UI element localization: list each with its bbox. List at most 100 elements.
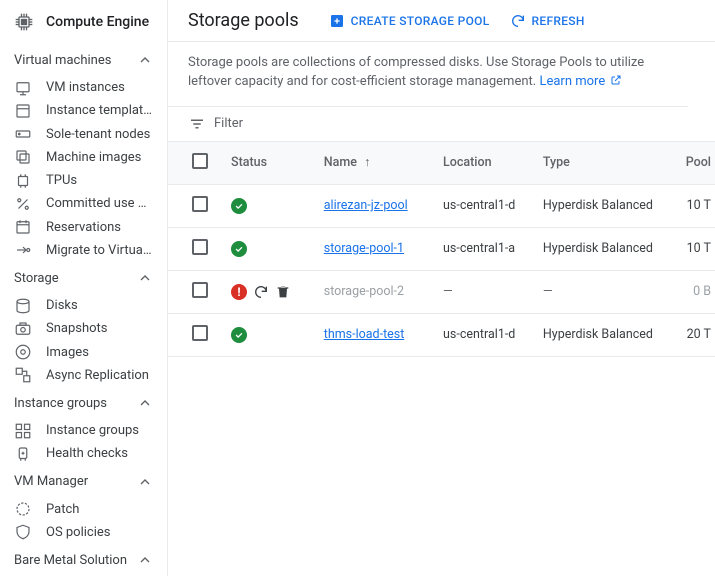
link-label: Learn more [539,74,605,89]
create-storage-pool-button[interactable]: CREATE STORAGE POOL [329,13,490,29]
cell-type: Hyperdisk Balanced [533,227,676,270]
reservation-icon [14,218,32,236]
pool-name-link[interactable]: alirezan-jz-pool [324,198,408,213]
nav-item-async-replication[interactable]: Async Replication [0,364,167,387]
status-error-icon: ! [231,284,247,300]
nav-item-label: Committed use discounts [46,196,153,211]
nav-section-vm-manager[interactable]: VM Manager [0,466,167,498]
row-checkbox[interactable] [192,196,208,212]
nav-section-label: Virtual machines [14,53,111,68]
chevron-up-icon [137,395,153,411]
policy-icon [14,523,32,541]
pool-name-link[interactable]: storage-pool-1 [324,241,404,256]
cell-location: — [443,284,453,299]
nav-item-instance-groups[interactable]: Instance groups [0,419,167,442]
refresh-button[interactable]: REFRESH [510,13,585,29]
nav-section-label: Storage [14,271,59,286]
cell-type: Hyperdisk Balanced [533,313,676,356]
filter-label: Filter [214,116,243,131]
cell-type: Hyperdisk Balanced [533,184,676,227]
health-check-icon [14,445,32,463]
sort-ascending-icon: ↑ [364,155,370,170]
sidebar: Compute Engine Virtual machines VM insta… [0,0,168,576]
cell-pool-size: 10 T [676,184,715,227]
cell-location: us-central1-d [433,313,533,356]
nav-item-instance-templates[interactable]: Instance templates [0,99,167,122]
nav-section-label: VM Manager [14,474,88,489]
nav-item-label: OS policies [46,525,111,540]
cell-location: us-central1-a [433,227,533,270]
row-checkbox[interactable] [192,325,208,341]
chevron-up-icon [137,552,153,568]
nav-item-tpus[interactable]: TPUs [0,169,167,192]
nav-item-images[interactable]: Images [0,341,167,364]
nav-item-os-policies[interactable]: OS policies [0,521,167,544]
nav-section-label: Bare Metal Solution [14,553,127,568]
table-row: ! storage-pool-2 — — 0 B [168,270,715,313]
group-icon [14,422,32,440]
node-icon [14,125,32,143]
table-row: thms-load-test us-central1-d Hyperdisk B… [168,313,715,356]
external-link-icon [610,74,622,86]
disk-icon [14,297,32,315]
table-row: alirezan-jz-pool us-central1-d Hyperdisk… [168,184,715,227]
chevron-up-icon [137,474,153,490]
learn-more-link[interactable]: Learn more [539,74,622,89]
nav-section-bare-metal[interactable]: Bare Metal Solution [0,544,167,576]
retry-icon[interactable] [253,284,269,300]
nav-section-virtual-machines[interactable]: Virtual machines [0,44,167,76]
nav-item-label: Sole-tenant nodes [46,127,150,142]
row-checkbox[interactable] [192,282,208,298]
pool-name-text: storage-pool-2 [324,284,404,299]
column-header-name[interactable]: Name ↑ [314,141,433,184]
select-all-checkbox[interactable] [192,153,208,169]
filter-icon [188,115,206,133]
nav-item-health-checks[interactable]: Health checks [0,442,167,465]
patch-icon [14,500,32,518]
cell-pool-size: 0 B [676,270,715,313]
nav-section-instance-groups[interactable]: Instance groups [0,387,167,419]
add-box-icon [329,13,345,29]
nav-item-label: Migrate to Virtual Machin… [46,243,153,258]
chevron-up-icon [137,52,153,68]
migrate-icon [14,241,32,259]
nav-item-label: Patch [46,502,79,517]
nav-item-committed-use[interactable]: Committed use discounts [0,192,167,215]
vm-instance-icon [14,79,32,97]
page-description: Storage pools are collections of compres… [168,42,688,107]
nav-item-vm-instances[interactable]: VM instances [0,76,167,99]
chevron-up-icon [137,270,153,286]
nav-item-label: Reservations [46,220,121,235]
nav-item-label: Machine images [46,150,141,165]
nav-section-storage[interactable]: Storage [0,262,167,294]
column-header-pool[interactable]: Pool [676,141,715,184]
nav-item-sole-tenant-nodes[interactable]: Sole-tenant nodes [0,123,167,146]
compute-engine-icon [14,12,34,32]
page-title: Storage pools [188,10,299,31]
status-ok-icon [231,198,247,214]
nav-item-label: VM instances [46,80,125,95]
delete-icon[interactable] [275,284,291,300]
column-header-type[interactable]: Type [533,141,676,184]
nav-item-reservations[interactable]: Reservations [0,216,167,239]
button-label: REFRESH [532,14,585,28]
nav-item-label: Snapshots [46,321,108,336]
main-content: Storage pools CREATE STORAGE POOL REFRES… [168,0,715,576]
nav-item-snapshots[interactable]: Snapshots [0,317,167,340]
nav-item-machine-images[interactable]: Machine images [0,146,167,169]
column-header-location[interactable]: Location [433,141,533,184]
machine-image-icon [14,148,32,166]
column-header-status[interactable]: Status [221,141,314,184]
pool-name-link[interactable]: thms-load-test [324,327,405,342]
storage-pools-table: Status Name ↑ Location Type Pool [168,141,715,357]
row-checkbox[interactable] [192,239,208,255]
filter-bar[interactable]: Filter [168,107,715,141]
nav-item-migrate[interactable]: Migrate to Virtual Machin… [0,239,167,262]
column-label: Name [324,155,357,170]
refresh-icon [510,13,526,29]
nav-item-disks[interactable]: Disks [0,294,167,317]
status-ok-icon [231,327,247,343]
topbar: Storage pools CREATE STORAGE POOL REFRES… [168,0,715,42]
nav-item-patch[interactable]: Patch [0,498,167,521]
nav-item-label: TPUs [46,173,77,188]
